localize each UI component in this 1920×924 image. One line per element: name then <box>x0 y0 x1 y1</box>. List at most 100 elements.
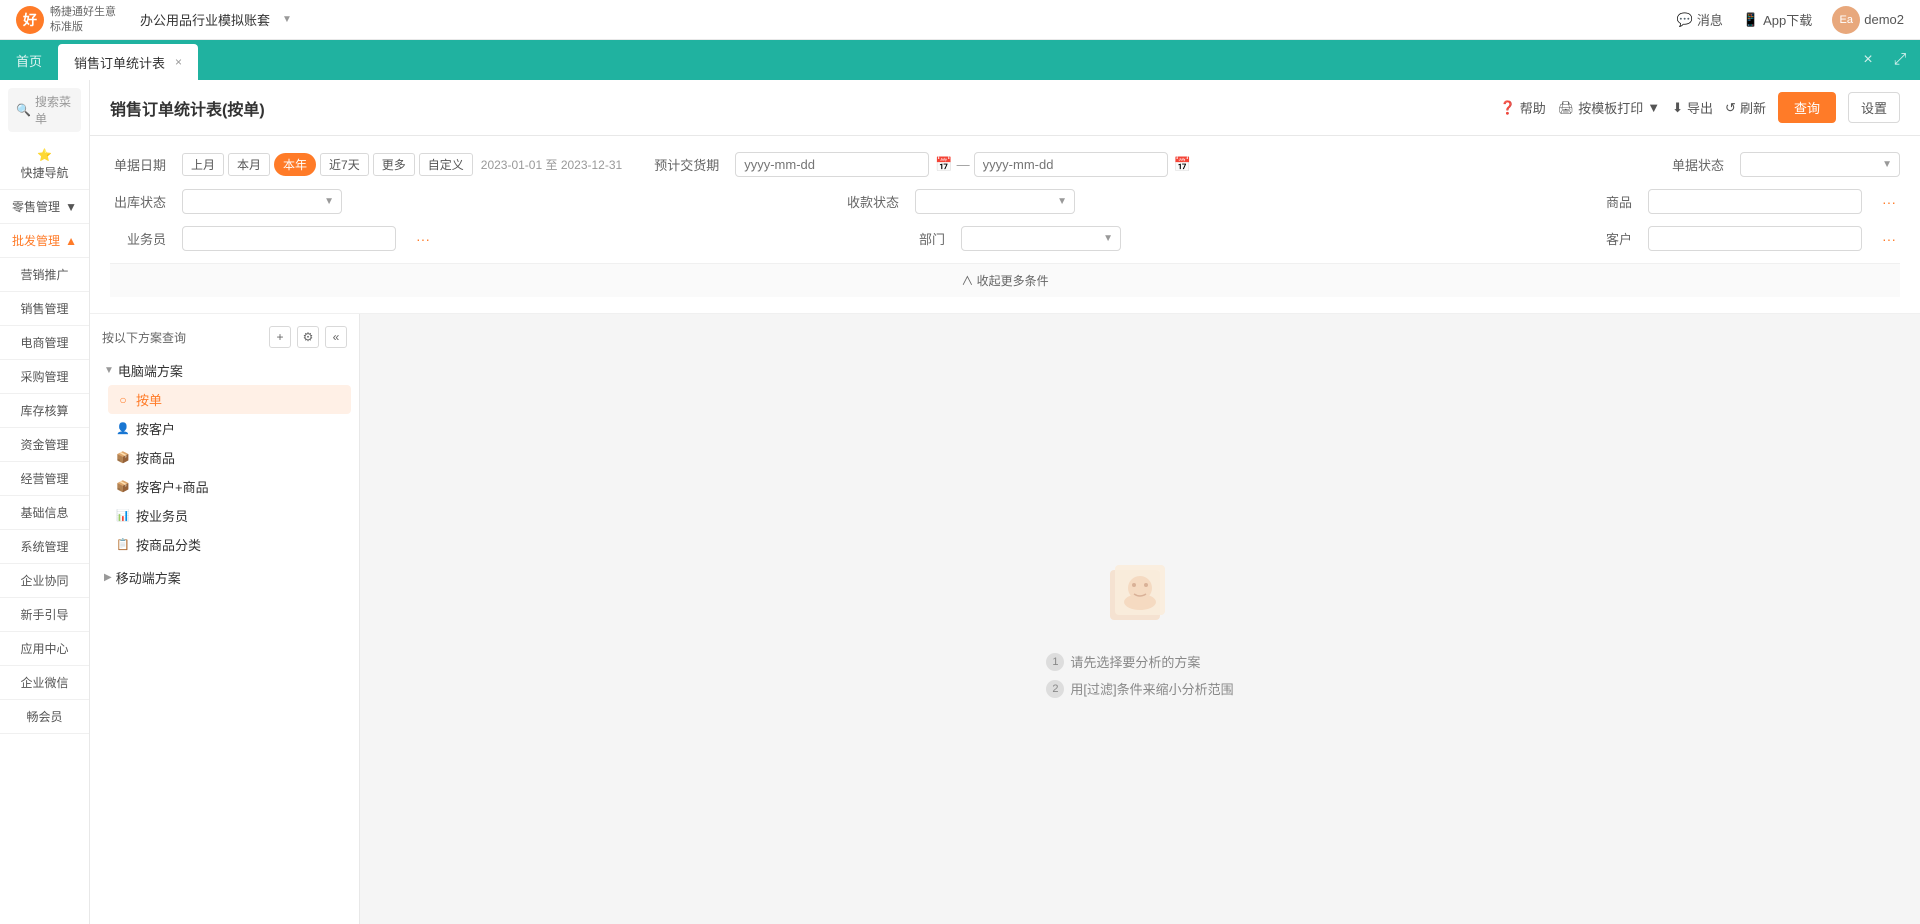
sidebar-item-guide[interactable]: 新手引导 <box>0 598 89 632</box>
tab-bar-actions: × ⤢ <box>1856 48 1920 72</box>
sidebar-item-finance[interactable]: 资金管理 <box>0 428 89 462</box>
sidebar-item-marketing[interactable]: 营销推广 <box>0 258 89 292</box>
app-title: 办公用品行业模拟账套 <box>140 10 270 29</box>
sidebar-item-member[interactable]: 畅会员 <box>0 700 89 734</box>
ship-status-select-wrap: ▼ <box>182 189 342 214</box>
planned-date-end-input[interactable] <box>974 152 1168 177</box>
refresh-button[interactable]: ↺ 刷新 <box>1725 98 1766 117</box>
sidebar-item-shortcut[interactable]: ⭐ 快捷导航 <box>0 140 89 190</box>
calendar-end-icon[interactable]: 📅 <box>1174 156 1191 173</box>
this-month-button[interactable]: 本月 <box>228 153 270 176</box>
planned-date-inputs: 📅 — 📅 <box>735 152 1191 177</box>
planned-date-start-input[interactable] <box>735 152 929 177</box>
tree-item-by-goods[interactable]: 📦 按商品 <box>108 443 351 472</box>
help-button[interactable]: ❓ 帮助 <box>1500 98 1546 117</box>
tree-item-by-salesman[interactable]: 📊 按业务员 <box>108 501 351 530</box>
collapse-bar[interactable]: ∧ 收起更多条件 <box>110 263 1900 297</box>
empty-tips: 1 请先选择要分析的方案 2 用[过滤]条件来缩小分析范围 <box>1046 652 1233 698</box>
panel-search-label: 按以下方案查询 <box>102 329 263 346</box>
sidebar-item-retail[interactable]: 零售管理 ▼ <box>0 190 89 224</box>
logo-icon: 好 <box>16 6 44 34</box>
salesman-label: 业务员 <box>110 229 166 248</box>
sidebar-search-area: 🔍 搜索菜单 <box>0 80 89 140</box>
sidebar-item-wechat[interactable]: 企业微信 <box>0 666 89 700</box>
tree-item-by-customer[interactable]: 👤 按客户 <box>108 414 351 443</box>
planned-date-label: 预计交货期 <box>654 155 719 174</box>
export-button[interactable]: ⬇ 导出 <box>1672 98 1713 117</box>
search-icon: 🔍 <box>16 103 31 117</box>
app-download-button[interactable]: 📱 App下载 <box>1743 10 1812 29</box>
query-button[interactable]: 查询 <box>1778 92 1836 123</box>
last-month-button[interactable]: 上月 <box>182 153 224 176</box>
tab-close-icon[interactable]: × <box>175 55 182 69</box>
help-icon: ❓ <box>1500 100 1516 116</box>
sidebar-item-operations[interactable]: 经营管理 <box>0 462 89 496</box>
sidebar-item-ecommerce[interactable]: 电商管理 <box>0 326 89 360</box>
tab-home[interactable]: 首页 <box>0 40 58 80</box>
split-layout: 按以下方案查询 + ⚙ « ▼ 电脑端方案 ○ 按单 <box>90 314 1920 924</box>
dept-label: 部门 <box>889 229 945 248</box>
pay-status-select[interactable] <box>915 189 1075 214</box>
tree-item-by-category[interactable]: 📋 按商品分类 <box>108 530 351 559</box>
tab-sales-order-stats[interactable]: 销售订单统计表 × <box>58 44 198 80</box>
mobile-scheme-group-title[interactable]: ▶ 移动端方案 <box>98 563 351 592</box>
salesman-input[interactable] <box>182 226 396 251</box>
pc-scheme-items: ○ 按单 👤 按客户 📦 按商品 📦 按客 <box>98 385 351 559</box>
tab-minimize-button[interactable]: × <box>1856 48 1880 72</box>
customer-input[interactable] <box>1648 226 1862 251</box>
custom-button[interactable]: 自定义 <box>419 153 473 176</box>
sidebar-item-sales[interactable]: 销售管理 <box>0 292 89 326</box>
message-button[interactable]: 💬 消息 <box>1677 10 1723 29</box>
wholesale-arrow-icon: ▲ <box>65 234 77 248</box>
export-icon: ⬇ <box>1672 100 1683 116</box>
print-button[interactable]: 🖨 按模板打印 ▼ <box>1558 98 1660 117</box>
app-title-dropdown-icon[interactable]: ▼ <box>282 14 292 25</box>
tab-maximize-button[interactable]: ⤢ <box>1888 48 1912 72</box>
pc-scheme-group-title[interactable]: ▼ 电脑端方案 <box>98 356 351 385</box>
top-bar: 好 畅捷通好生意 标准版 办公用品行业模拟账套 ▼ 💬 消息 📱 App下载 E… <box>0 0 1920 40</box>
customer-ellipsis-button[interactable]: ··· <box>1878 231 1900 247</box>
mobile-scheme-group: ▶ 移动端方案 <box>98 563 351 592</box>
date-quick-buttons: 上月 本月 本年 近7天 更多 自定义 2023-01-01 至 2023-12… <box>182 153 622 176</box>
by-salesman-icon: 📊 <box>114 507 132 525</box>
panel-add-button[interactable]: + <box>269 326 291 348</box>
goods-input[interactable] <box>1648 189 1862 214</box>
date-range-text: 2023-01-01 至 2023-12-31 <box>481 156 622 173</box>
sidebar-search-button[interactable]: 🔍 搜索菜单 <box>8 88 81 132</box>
7days-button[interactable]: 近7天 <box>320 153 369 176</box>
tip-text-2: 用[过滤]条件来缩小分析范围 <box>1070 679 1233 698</box>
goods-ellipsis-button[interactable]: ··· <box>1878 194 1900 210</box>
tree-item-by-order[interactable]: ○ 按单 <box>108 385 351 414</box>
tip-text-1: 请先选择要分析的方案 <box>1070 652 1200 671</box>
more-button[interactable]: 更多 <box>373 153 415 176</box>
left-panel: 按以下方案查询 + ⚙ « ▼ 电脑端方案 ○ 按单 <box>90 314 360 924</box>
doc-status-label: 单据状态 <box>1668 155 1724 174</box>
sidebar-item-enterprise[interactable]: 企业协同 <box>0 564 89 598</box>
sidebar-item-apps[interactable]: 应用中心 <box>0 632 89 666</box>
salesman-ellipsis-button[interactable]: ··· <box>412 231 434 247</box>
panel-settings-button[interactable]: ⚙ <box>297 326 319 348</box>
tree-item-by-customer-goods[interactable]: 📦 按客户+商品 <box>108 472 351 501</box>
sidebar-item-wholesale[interactable]: 批发管理 ▲ <box>0 224 89 258</box>
page-actions: ❓ 帮助 🖨 按模板打印 ▼ ⬇ 导出 ↺ 刷新 查询 设置 <box>1500 92 1900 135</box>
doc-status-select[interactable] <box>1740 152 1900 177</box>
calendar-start-icon[interactable]: 📅 <box>935 156 952 173</box>
this-year-button[interactable]: 本年 <box>274 153 316 176</box>
empty-state-icon <box>1090 540 1190 640</box>
page-title: 销售订单统计表(按单) <box>110 96 265 132</box>
ship-status-select[interactable] <box>182 189 342 214</box>
dept-select[interactable] <box>961 226 1121 251</box>
pc-scheme-group: ▼ 电脑端方案 ○ 按单 👤 按客户 📦 <box>98 356 351 559</box>
user-profile-button[interactable]: Ea demo2 <box>1832 6 1904 34</box>
by-order-icon: ○ <box>114 391 132 409</box>
panel-collapse-button[interactable]: « <box>325 326 347 348</box>
sidebar-item-purchase[interactable]: 采购管理 <box>0 360 89 394</box>
tip-num-2: 2 <box>1046 680 1064 698</box>
sidebar-item-basic-info[interactable]: 基础信息 <box>0 496 89 530</box>
sidebar: 🔍 搜索菜单 ⭐ 快捷导航 零售管理 ▼ 批发管理 ▲ 营销推广 销售管理 电商… <box>0 80 90 924</box>
panel-toolbar: 按以下方案查询 + ⚙ « <box>98 326 351 348</box>
sidebar-item-system[interactable]: 系统管理 <box>0 530 89 564</box>
empty-state: 1 请先选择要分析的方案 2 用[过滤]条件来缩小分析范围 <box>360 314 1920 924</box>
sidebar-item-inventory[interactable]: 库存核算 <box>0 394 89 428</box>
settings-button[interactable]: 设置 <box>1848 92 1900 123</box>
